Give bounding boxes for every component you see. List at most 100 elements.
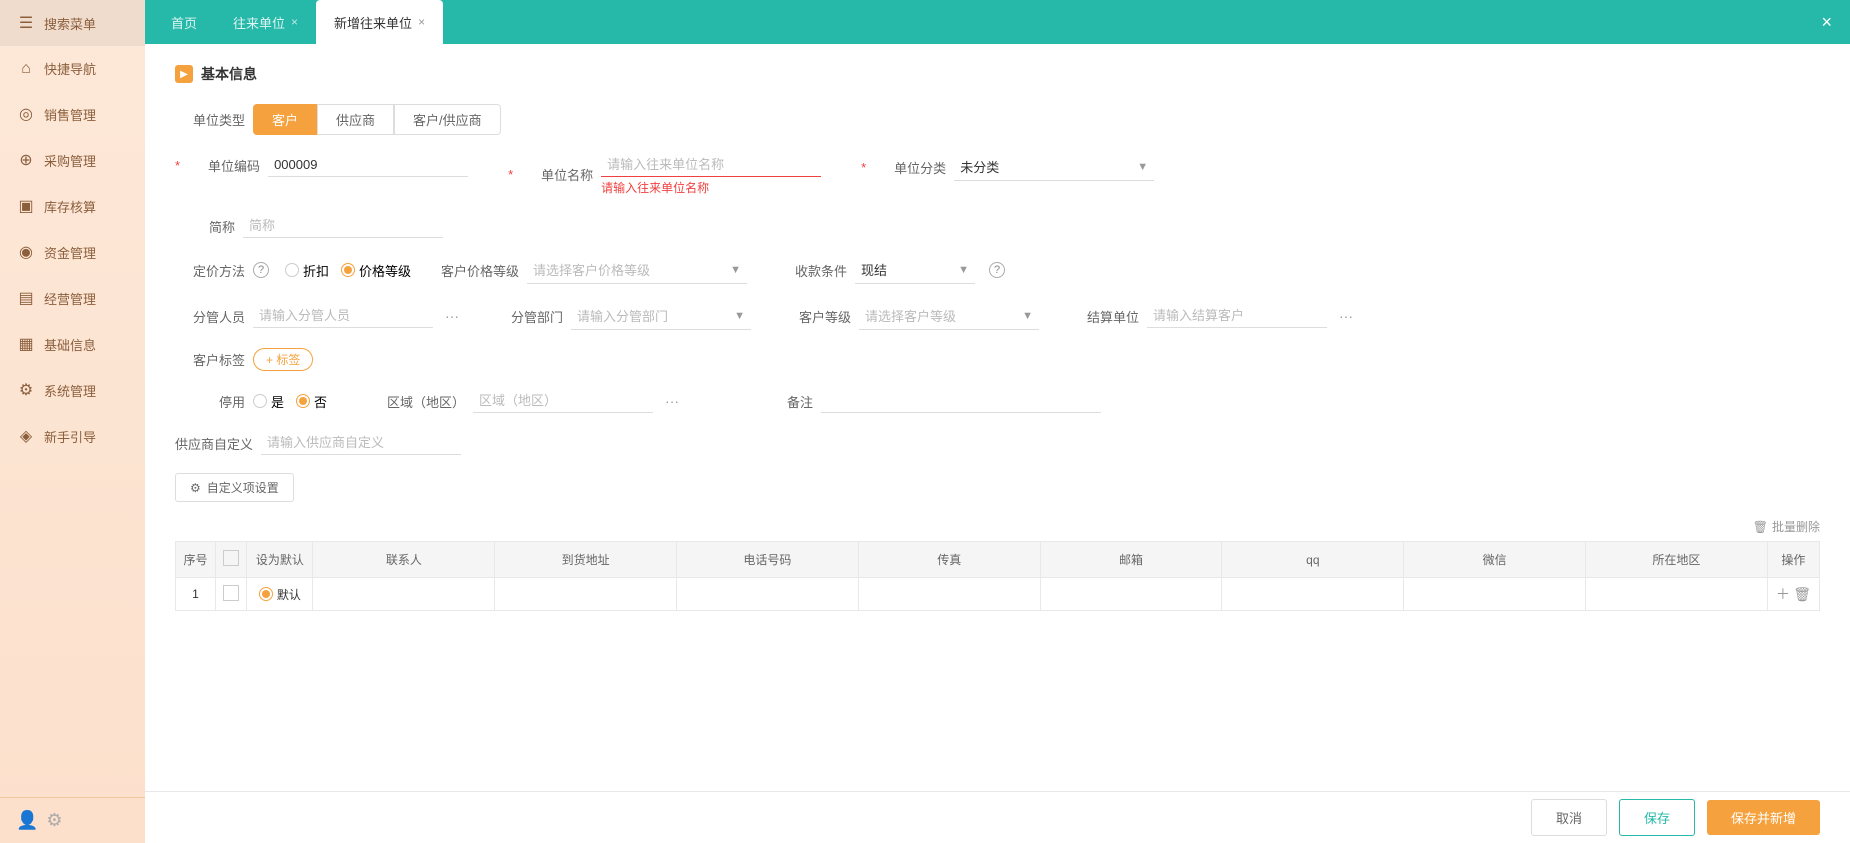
unit-btn-supplier[interactable]: 供应商 bbox=[317, 104, 394, 135]
sidebar-item-guide[interactable]: ◈ 新手引导 bbox=[0, 413, 145, 459]
unit-category-dropdown[interactable]: 未分类 ▼ bbox=[954, 153, 1154, 181]
form-footer: 取消 保存 保存并新增 bbox=[145, 791, 1850, 843]
sidebar-item-operations[interactable]: ▤ 经营管理 bbox=[0, 275, 145, 321]
radio-yes[interactable]: 是 bbox=[253, 392, 284, 411]
batch-delete-btn[interactable]: 🗑 批量删除 bbox=[1753, 518, 1820, 535]
cell-region[interactable] bbox=[1586, 578, 1768, 611]
tab-home[interactable]: 首页 bbox=[153, 0, 215, 44]
tab-bar-close-all[interactable]: × bbox=[1811, 12, 1842, 33]
customer-level-placeholder: 请选择客户等级 bbox=[865, 306, 956, 325]
radio-price-level-label: 价格等级 bbox=[359, 261, 411, 280]
pricing-method-field: 定价方法 ? 折扣 价格等级 bbox=[175, 261, 411, 280]
col-region: 所在地区 bbox=[1586, 542, 1768, 578]
manager-input[interactable] bbox=[253, 304, 433, 328]
unit-code-input[interactable] bbox=[268, 153, 468, 177]
contact-table: 序号 设为默认 联系人 到货地址 电话号码 传真 邮箱 qq 微信 所在地区 操… bbox=[175, 541, 1820, 611]
unit-btn-both[interactable]: 客户/供应商 bbox=[394, 104, 501, 135]
region-input[interactable] bbox=[473, 389, 653, 413]
cell-phone[interactable] bbox=[677, 578, 859, 611]
cell-wechat[interactable] bbox=[1404, 578, 1586, 611]
disabled-radio-group: 是 否 bbox=[253, 392, 327, 411]
unit-name-field: * 单位名称 请输入往来单位名称 bbox=[508, 153, 821, 196]
sidebar-item-purchase[interactable]: ⊕ 采购管理 bbox=[0, 137, 145, 183]
custom-settings-button[interactable]: ⚙ 自定义项设置 bbox=[175, 473, 294, 502]
radio-price-level[interactable]: 价格等级 bbox=[341, 261, 411, 280]
tab-new-partner-close[interactable]: × bbox=[418, 15, 425, 29]
region-more-btn[interactable]: ··· bbox=[661, 393, 683, 409]
tab-new-partner[interactable]: 新增往来单位 × bbox=[316, 0, 443, 44]
email-input[interactable] bbox=[1047, 587, 1216, 601]
pricing-help-icon[interactable]: ? bbox=[253, 262, 269, 278]
unit-type-row: 单位类型 客户 供应商 客户/供应商 bbox=[175, 104, 1820, 135]
contact-input[interactable] bbox=[319, 587, 488, 601]
section-icon: ▶ bbox=[175, 65, 193, 83]
col-default: 设为默认 bbox=[247, 542, 313, 578]
qq-input[interactable] bbox=[1228, 587, 1397, 601]
operations-icon: ▤ bbox=[16, 288, 36, 308]
section-header: ▶ 基本信息 bbox=[175, 64, 1820, 84]
cancel-button[interactable]: 取消 bbox=[1531, 799, 1607, 836]
department-dropdown[interactable]: 请输入分管部门 ▼ bbox=[571, 302, 751, 330]
tab-partners[interactable]: 往来单位 × bbox=[215, 0, 316, 44]
sidebar-item-label: 快捷导航 bbox=[44, 59, 96, 78]
sidebar-item-sales[interactable]: ◎ 销售管理 bbox=[0, 91, 145, 137]
fax-input[interactable] bbox=[865, 587, 1034, 601]
cell-contact[interactable] bbox=[313, 578, 495, 611]
customer-level-field: 客户等级 请选择客户等级 ▼ bbox=[781, 302, 1039, 330]
supplier-custom-input[interactable] bbox=[261, 431, 461, 455]
short-name-input[interactable] bbox=[243, 214, 443, 238]
sidebar-item-finance[interactable]: ◉ 资金管理 bbox=[0, 229, 145, 275]
row-checkbox[interactable] bbox=[223, 585, 239, 601]
sidebar-item-system[interactable]: ⚙ 系统管理 bbox=[0, 367, 145, 413]
settlement-more-btn[interactable]: ··· bbox=[1335, 308, 1357, 324]
radio-no[interactable]: 否 bbox=[296, 392, 327, 411]
default-radio-outer[interactable] bbox=[259, 587, 273, 601]
add-row-btn[interactable]: ＋ bbox=[1776, 584, 1790, 604]
form-content: ▶ 基本信息 单位类型 客户 供应商 客户/供应商 * 单位编码 * bbox=[145, 44, 1850, 791]
col-index: 序号 bbox=[176, 542, 216, 578]
sidebar-item-quick-nav[interactable]: ⌂ 快捷导航 bbox=[0, 46, 145, 91]
customer-price-dropdown[interactable]: 请选择客户价格等级 ▼ bbox=[527, 256, 747, 284]
unit-category-field: * 单位分类 未分类 ▼ bbox=[861, 153, 1154, 181]
search-menu-icon: ☰ bbox=[16, 13, 36, 33]
delete-row-btn[interactable]: 🗑 bbox=[1793, 586, 1811, 603]
sidebar-item-search[interactable]: ☰ 搜索菜单 bbox=[0, 0, 145, 46]
unit-name-label: 单位名称 bbox=[523, 165, 593, 184]
address-input[interactable] bbox=[501, 587, 670, 601]
customer-level-arrow: ▼ bbox=[1022, 310, 1033, 322]
settlement-input[interactable] bbox=[1147, 304, 1327, 328]
unit-category-label: 单位分类 bbox=[876, 158, 946, 177]
sidebar-item-inventory[interactable]: ▣ 库存核算 bbox=[0, 183, 145, 229]
payment-help-icon[interactable]: ? bbox=[989, 262, 1005, 278]
region-field: 区域（地区） ··· bbox=[387, 389, 683, 413]
manager-more-btn[interactable]: ··· bbox=[441, 308, 463, 324]
unit-btn-customer[interactable]: 客户 bbox=[253, 104, 317, 135]
cell-fax[interactable] bbox=[858, 578, 1040, 611]
unit-type-label: 单位类型 bbox=[175, 110, 245, 129]
customer-price-label: 客户价格等级 bbox=[441, 261, 519, 280]
customer-level-dropdown[interactable]: 请选择客户等级 ▼ bbox=[859, 302, 1039, 330]
cell-email[interactable] bbox=[1040, 578, 1222, 611]
sidebar-item-label: 销售管理 bbox=[44, 105, 96, 124]
payment-terms-dropdown[interactable]: 现结 ▼ bbox=[855, 256, 975, 284]
short-name-field: 简称 bbox=[175, 214, 443, 238]
sidebar-item-basic-info[interactable]: ▦ 基础信息 bbox=[0, 321, 145, 367]
required-star: * bbox=[175, 158, 180, 173]
remarks-input[interactable] bbox=[821, 389, 1101, 413]
select-all-checkbox[interactable] bbox=[223, 550, 239, 566]
save-and-new-button[interactable]: 保存并新增 bbox=[1707, 800, 1820, 835]
tab-partners-close[interactable]: × bbox=[291, 15, 298, 29]
tab-home-label: 首页 bbox=[171, 13, 197, 32]
wechat-input[interactable] bbox=[1410, 587, 1579, 601]
payment-terms-value: 现结 bbox=[861, 260, 887, 279]
unit-name-input[interactable] bbox=[601, 153, 821, 177]
region-table-input[interactable] bbox=[1592, 587, 1761, 601]
save-button[interactable]: 保存 bbox=[1619, 799, 1695, 836]
supplier-custom-field: 供应商自定义 bbox=[175, 431, 461, 455]
cell-qq[interactable] bbox=[1222, 578, 1404, 611]
required-star-cat: * bbox=[861, 160, 866, 175]
add-tag-button[interactable]: + 标签 bbox=[253, 348, 313, 371]
cell-address[interactable] bbox=[495, 578, 677, 611]
radio-discount[interactable]: 折扣 bbox=[285, 261, 329, 280]
phone-input[interactable] bbox=[683, 587, 852, 601]
